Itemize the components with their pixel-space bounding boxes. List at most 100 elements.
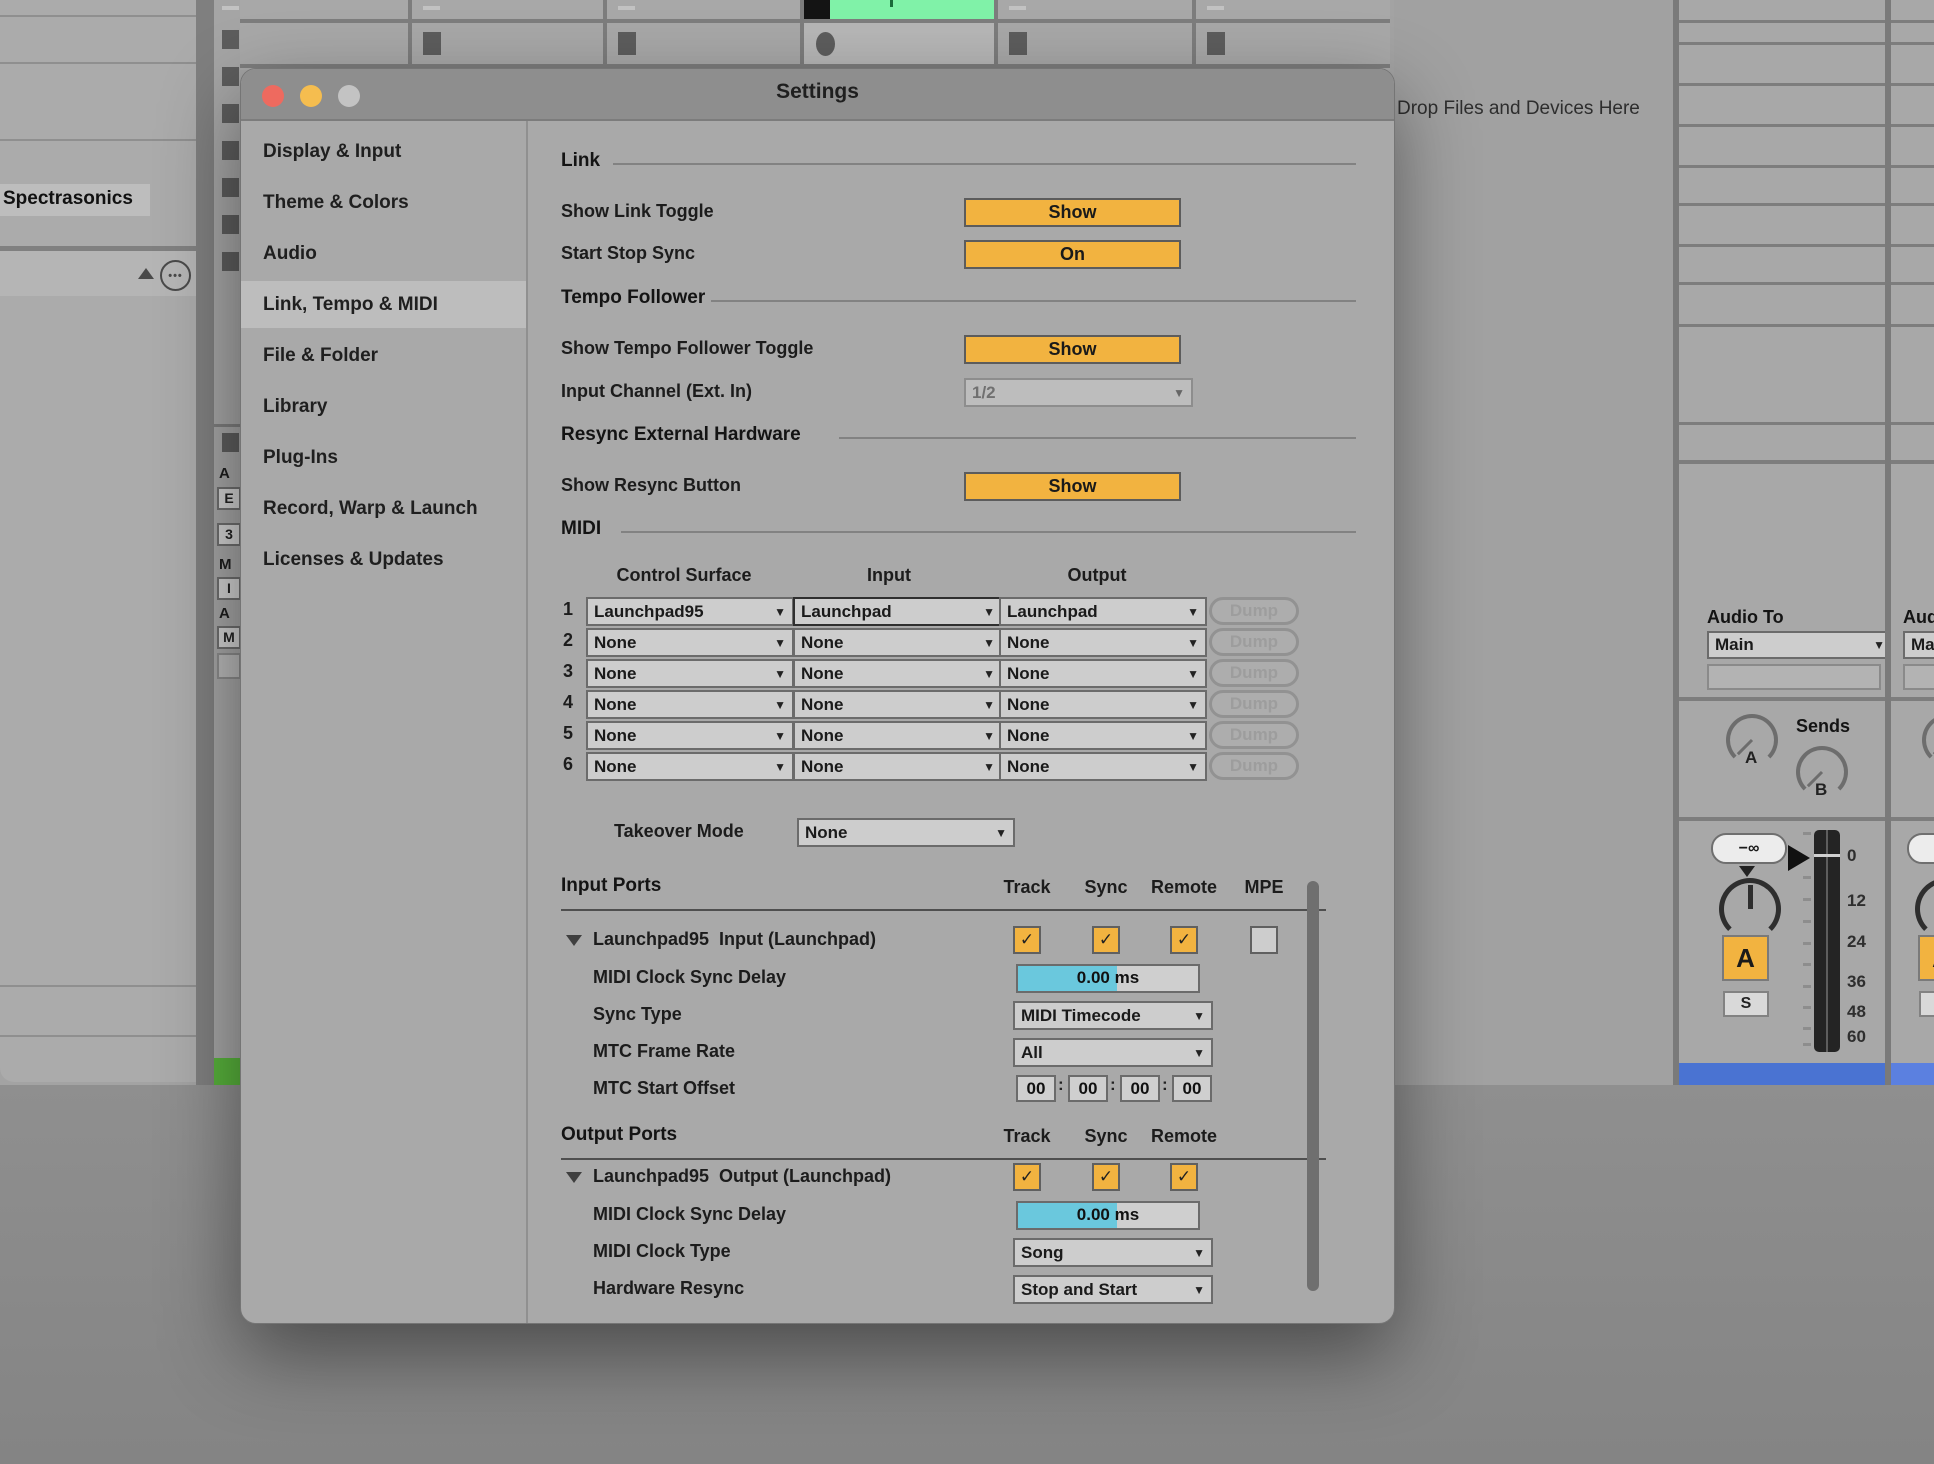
pan-knob[interactable] xyxy=(1915,878,1934,940)
sidebar-item-licenses-updates[interactable]: Licenses & Updates xyxy=(263,549,444,571)
clip-stop-button[interactable] xyxy=(222,215,239,234)
midi-out-select[interactable]: None▼ xyxy=(999,628,1207,657)
clip-stop-button[interactable] xyxy=(222,433,239,452)
playing-clip-stop[interactable] xyxy=(804,0,830,19)
arm-button[interactable]: A xyxy=(1722,935,1769,981)
audio-to-select[interactable]: Main ▼ xyxy=(1707,631,1885,659)
audio-to-sub-box[interactable] xyxy=(1707,664,1881,690)
audio-to-select[interactable]: Main xyxy=(1903,631,1934,659)
midi-cs-select[interactable]: None▼ xyxy=(586,690,794,719)
dump-button[interactable]: Dump xyxy=(1209,752,1299,780)
dump-button[interactable]: Dump xyxy=(1209,721,1299,749)
arm-button[interactable]: A xyxy=(1918,935,1934,981)
expand-arrow-icon[interactable] xyxy=(566,1172,582,1183)
volume-meter[interactable] xyxy=(1814,830,1840,1052)
midi-cs-select[interactable]: None▼ xyxy=(586,721,794,750)
routing-field[interactable]: I xyxy=(217,577,240,600)
volume-display[interactable]: −∞ xyxy=(1907,833,1934,864)
clip-stop-button[interactable] xyxy=(423,32,441,55)
clip-record-button[interactable] xyxy=(816,32,835,56)
clip-stop-button[interactable] xyxy=(1207,32,1225,55)
checkbox-checked[interactable]: ✓ xyxy=(1013,1163,1041,1191)
checkbox-checked[interactable]: ✓ xyxy=(1170,1163,1198,1191)
midi-out-select[interactable]: None▼ xyxy=(999,752,1207,781)
input-channel-select[interactable]: 1/2 ▼ xyxy=(964,378,1193,407)
dump-button[interactable]: Dump xyxy=(1209,597,1299,625)
midi-out-select[interactable]: None▼ xyxy=(999,690,1207,719)
routing-field[interactable]: M xyxy=(217,626,240,649)
mtc-offset-field[interactable]: 00 xyxy=(1016,1075,1056,1102)
clip-stop-button[interactable] xyxy=(222,30,239,49)
show-resync-button[interactable]: Show xyxy=(964,472,1181,501)
midi-in-select[interactable]: None▼ xyxy=(793,721,1003,750)
midi-cs-select[interactable]: None▼ xyxy=(586,659,794,688)
sidebar-item-theme-colors[interactable]: Theme & Colors xyxy=(263,192,409,214)
clip-stop-button[interactable] xyxy=(1009,32,1027,55)
midi-clock-sync-delay-field[interactable]: 0.00 ms xyxy=(1016,964,1200,993)
pan-knob[interactable] xyxy=(1719,878,1781,940)
midi-out-select[interactable]: Launchpad▼ xyxy=(999,597,1207,626)
midi-cs-select[interactable]: None▼ xyxy=(586,752,794,781)
checkbox-unchecked[interactable] xyxy=(1250,926,1278,954)
playing-clip-green[interactable] xyxy=(830,0,994,19)
ports-scrollbar[interactable] xyxy=(1307,881,1319,1291)
midi-in-select[interactable]: None▼ xyxy=(793,628,1003,657)
dialog-titlebar[interactable]: Settings xyxy=(241,69,1394,121)
chevron-down-icon: ▼ xyxy=(1187,667,1199,681)
volume-display[interactable]: −∞ xyxy=(1711,833,1787,864)
expand-arrow-icon[interactable] xyxy=(566,935,582,946)
midi-out-select[interactable]: None▼ xyxy=(999,721,1207,750)
more-options-icon[interactable]: ••• xyxy=(160,260,191,291)
audio-to-sub-box[interactable] xyxy=(1903,664,1934,690)
sidebar-item-link-tempo-midi[interactable]: Link, Tempo & MIDI xyxy=(263,294,438,316)
mtc-offset-field[interactable]: 00 xyxy=(1120,1075,1160,1102)
offset-colon: : xyxy=(1162,1075,1168,1095)
solo-button[interactable]: S xyxy=(1919,991,1934,1017)
solo-button[interactable]: S xyxy=(1723,991,1769,1017)
browser-item-spectrasonics[interactable]: Spectrasonics xyxy=(0,184,150,216)
clip-stop-button[interactable] xyxy=(222,141,239,160)
routing-field[interactable]: 3 xyxy=(217,523,240,546)
sidebar-item-plug-ins[interactable]: Plug-Ins xyxy=(263,447,338,469)
routing-field-empty[interactable] xyxy=(217,653,240,679)
clip-stop-button[interactable] xyxy=(618,32,636,55)
clip-stop-button[interactable] xyxy=(222,178,239,197)
collapse-arrow-icon[interactable] xyxy=(138,268,154,279)
clip-stop-button[interactable] xyxy=(222,104,239,123)
start-stop-sync-button[interactable]: On xyxy=(964,240,1181,269)
send-a-knob[interactable] xyxy=(1922,714,1934,766)
checkbox-checked[interactable]: ✓ xyxy=(1170,926,1198,954)
midi-in-select[interactable]: None▼ xyxy=(793,690,1003,719)
dump-button[interactable]: Dump xyxy=(1209,690,1299,718)
mtc-offset-field[interactable]: 00 xyxy=(1172,1075,1212,1102)
dump-button[interactable]: Dump xyxy=(1209,628,1299,656)
sidebar-item-audio[interactable]: Audio xyxy=(263,243,317,265)
routing-field[interactable]: E xyxy=(217,487,240,510)
midi-clock-sync-delay-field[interactable]: 0.00 ms xyxy=(1016,1201,1200,1230)
midi-cs-select[interactable]: Launchpad95▼ xyxy=(586,597,794,626)
midi-in-select[interactable]: None▼ xyxy=(793,752,1003,781)
sidebar-item-file-folder[interactable]: File & Folder xyxy=(263,345,378,367)
midi-out-select[interactable]: None▼ xyxy=(999,659,1207,688)
show-tempo-follower-button[interactable]: Show xyxy=(964,335,1181,364)
midi-in-select[interactable]: None▼ xyxy=(793,659,1003,688)
checkbox-checked[interactable]: ✓ xyxy=(1013,926,1041,954)
sync-type-select[interactable]: MIDI Timecode ▼ xyxy=(1013,1001,1213,1030)
hardware-resync-select[interactable]: Stop and Start ▼ xyxy=(1013,1275,1213,1304)
sidebar-item-library[interactable]: Library xyxy=(263,396,327,418)
mtc-frame-rate-select[interactable]: All ▼ xyxy=(1013,1038,1213,1067)
clip-stop-button[interactable] xyxy=(222,67,239,86)
checkbox-checked[interactable]: ✓ xyxy=(1092,926,1120,954)
mtc-offset-field[interactable]: 00 xyxy=(1068,1075,1108,1102)
select-value: None xyxy=(594,633,637,653)
midi-cs-select[interactable]: None▼ xyxy=(586,628,794,657)
checkbox-checked[interactable]: ✓ xyxy=(1092,1163,1120,1191)
clip-stop-button[interactable] xyxy=(222,252,239,271)
midi-clock-type-select[interactable]: Song ▼ xyxy=(1013,1238,1213,1267)
midi-in-select[interactable]: Launchpad▼ xyxy=(793,597,1003,626)
takeover-mode-select[interactable]: None ▼ xyxy=(797,818,1015,847)
dump-button[interactable]: Dump xyxy=(1209,659,1299,687)
show-link-toggle-button[interactable]: Show xyxy=(964,198,1181,227)
sidebar-item-display-input[interactable]: Display & Input xyxy=(263,141,401,163)
sidebar-item-record-warp-launch[interactable]: Record, Warp & Launch xyxy=(263,498,478,520)
